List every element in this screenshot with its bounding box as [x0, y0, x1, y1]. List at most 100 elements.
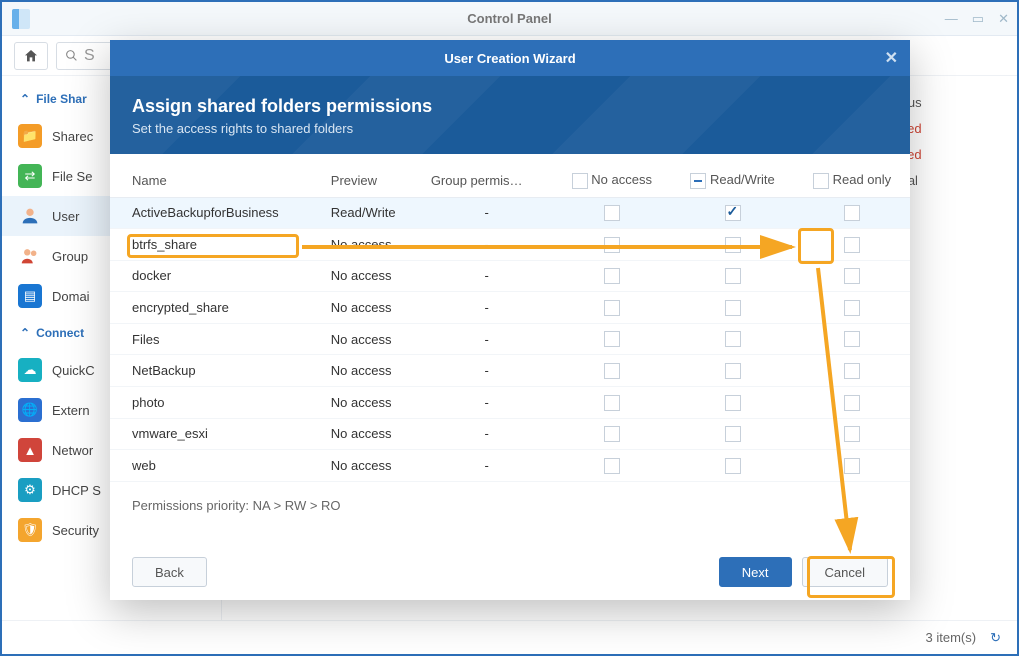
checkbox-noaccess[interactable] [604, 268, 620, 284]
col-noaccess[interactable]: No access [553, 164, 671, 197]
footer: 3 item(s) ↻ [2, 620, 1017, 654]
checkbox-header-rw[interactable] [690, 173, 706, 189]
refresh-icon[interactable]: ↻ [990, 630, 1001, 646]
table-row[interactable]: ActiveBackupforBusinessRead/Write- [110, 197, 910, 229]
cell-group: - [421, 355, 553, 387]
checkbox-readonly[interactable] [844, 300, 860, 316]
col-rw[interactable]: Read/Write [671, 164, 794, 197]
checkbox-noaccess[interactable] [604, 331, 620, 347]
cell-preview: No access [321, 450, 421, 482]
checkbox-readwrite[interactable] [725, 395, 741, 411]
modal-footer: Back Next Cancel [110, 544, 910, 600]
cell-name: photo [110, 386, 321, 418]
home-button[interactable] [14, 42, 48, 70]
item-count: 3 item(s) [926, 630, 977, 645]
checkbox-readonly[interactable] [844, 458, 860, 474]
checkbox-readonly[interactable] [844, 395, 860, 411]
table-row[interactable]: NetBackupNo access- [110, 355, 910, 387]
app-icon [12, 9, 30, 29]
cell-preview: No access [321, 386, 421, 418]
cell-name: ActiveBackupforBusiness [110, 197, 321, 229]
col-ro[interactable]: Read only [794, 164, 910, 197]
checkbox-noaccess[interactable] [604, 205, 620, 221]
cell-preview: No access [321, 229, 421, 261]
checkbox-readwrite[interactable] [725, 331, 741, 347]
cell-group: - [421, 197, 553, 229]
cell-name: vmware_esxi [110, 418, 321, 450]
close-icon[interactable]: ✕ [998, 11, 1009, 27]
checkbox-readwrite[interactable] [725, 205, 741, 221]
table-row[interactable]: vmware_esxiNo access- [110, 418, 910, 450]
checkbox-noaccess[interactable] [604, 363, 620, 379]
col-preview[interactable]: Preview [321, 164, 421, 197]
user-creation-wizard: User Creation Wizard ✕ Assign shared fol… [110, 40, 910, 600]
table-row[interactable]: dockerNo access- [110, 260, 910, 292]
shield-icon: 🛡 [18, 518, 42, 542]
cell-preview: No access [321, 260, 421, 292]
table-row[interactable]: FilesNo access- [110, 323, 910, 355]
cell-group: - [421, 229, 553, 261]
checkbox-readwrite[interactable] [725, 426, 741, 442]
table-row[interactable]: btrfs_shareNo access- [110, 229, 910, 261]
checkbox-readwrite[interactable] [725, 458, 741, 474]
dhcp-icon: ⚙ [18, 478, 42, 502]
next-button[interactable]: Next [719, 557, 792, 587]
table-row[interactable]: photoNo access- [110, 386, 910, 418]
modal-subheading: Set the access rights to shared folders [132, 121, 888, 136]
network-icon: ▲ [18, 438, 42, 462]
cloud-icon: ☁ [18, 358, 42, 382]
folder-icon: 📁 [18, 124, 42, 148]
minimize-icon[interactable]: — [945, 11, 958, 27]
search-placeholder: S [84, 47, 95, 65]
cell-name: docker [110, 260, 321, 292]
cell-name: Files [110, 323, 321, 355]
checkbox-noaccess[interactable] [604, 458, 620, 474]
checkbox-readonly[interactable] [844, 237, 860, 253]
checkbox-noaccess[interactable] [604, 237, 620, 253]
checkbox-readwrite[interactable] [725, 268, 741, 284]
cell-group: - [421, 386, 553, 418]
checkbox-readonly[interactable] [844, 426, 860, 442]
permissions-table: Name Preview Group permis… No access Rea… [110, 164, 910, 482]
modal-body: Name Preview Group permis… No access Rea… [110, 154, 910, 544]
col-name[interactable]: Name [110, 164, 321, 197]
checkbox-header-ro[interactable] [813, 173, 829, 189]
modal-close-button[interactable]: ✕ [885, 48, 898, 68]
modal-titlebar: User Creation Wizard ✕ [110, 40, 910, 76]
cell-preview: No access [321, 323, 421, 355]
table-row[interactable]: encrypted_shareNo access- [110, 292, 910, 324]
globe-icon: 🌐 [18, 398, 42, 422]
status-value: bled [897, 116, 987, 142]
modal-heading: Assign shared folders permissions [132, 96, 888, 117]
checkbox-readwrite[interactable] [725, 300, 741, 316]
cell-group: - [421, 292, 553, 324]
table-row[interactable]: webNo access- [110, 450, 910, 482]
checkbox-readwrite[interactable] [725, 237, 741, 253]
cell-name: web [110, 450, 321, 482]
swap-icon: ⇄ [18, 164, 42, 188]
checkbox-header-noaccess[interactable] [572, 173, 588, 189]
window-title: Control Panel [467, 11, 552, 26]
checkbox-readonly[interactable] [844, 331, 860, 347]
maximize-icon[interactable]: ▭ [972, 11, 984, 27]
cell-name: btrfs_share [110, 229, 321, 261]
checkbox-noaccess[interactable] [604, 426, 620, 442]
checkbox-readonly[interactable] [844, 205, 860, 221]
back-button[interactable]: Back [132, 557, 207, 587]
cell-name: NetBackup [110, 355, 321, 387]
status-column: atus bled bled mal [897, 90, 987, 194]
cancel-button[interactable]: Cancel [802, 557, 888, 587]
checkbox-readonly[interactable] [844, 268, 860, 284]
checkbox-noaccess[interactable] [604, 395, 620, 411]
col-group[interactable]: Group permis… [421, 164, 553, 197]
status-header: atus [897, 90, 987, 116]
checkbox-readwrite[interactable] [725, 363, 741, 379]
group-icon [18, 244, 42, 268]
cell-group: - [421, 323, 553, 355]
checkbox-noaccess[interactable] [604, 300, 620, 316]
checkbox-readonly[interactable] [844, 363, 860, 379]
cell-preview: Read/Write [321, 197, 421, 229]
book-icon: ▤ [18, 284, 42, 308]
modal-title: User Creation Wizard [444, 51, 575, 66]
priority-note: Permissions priority: NA > RW > RO [110, 482, 910, 529]
